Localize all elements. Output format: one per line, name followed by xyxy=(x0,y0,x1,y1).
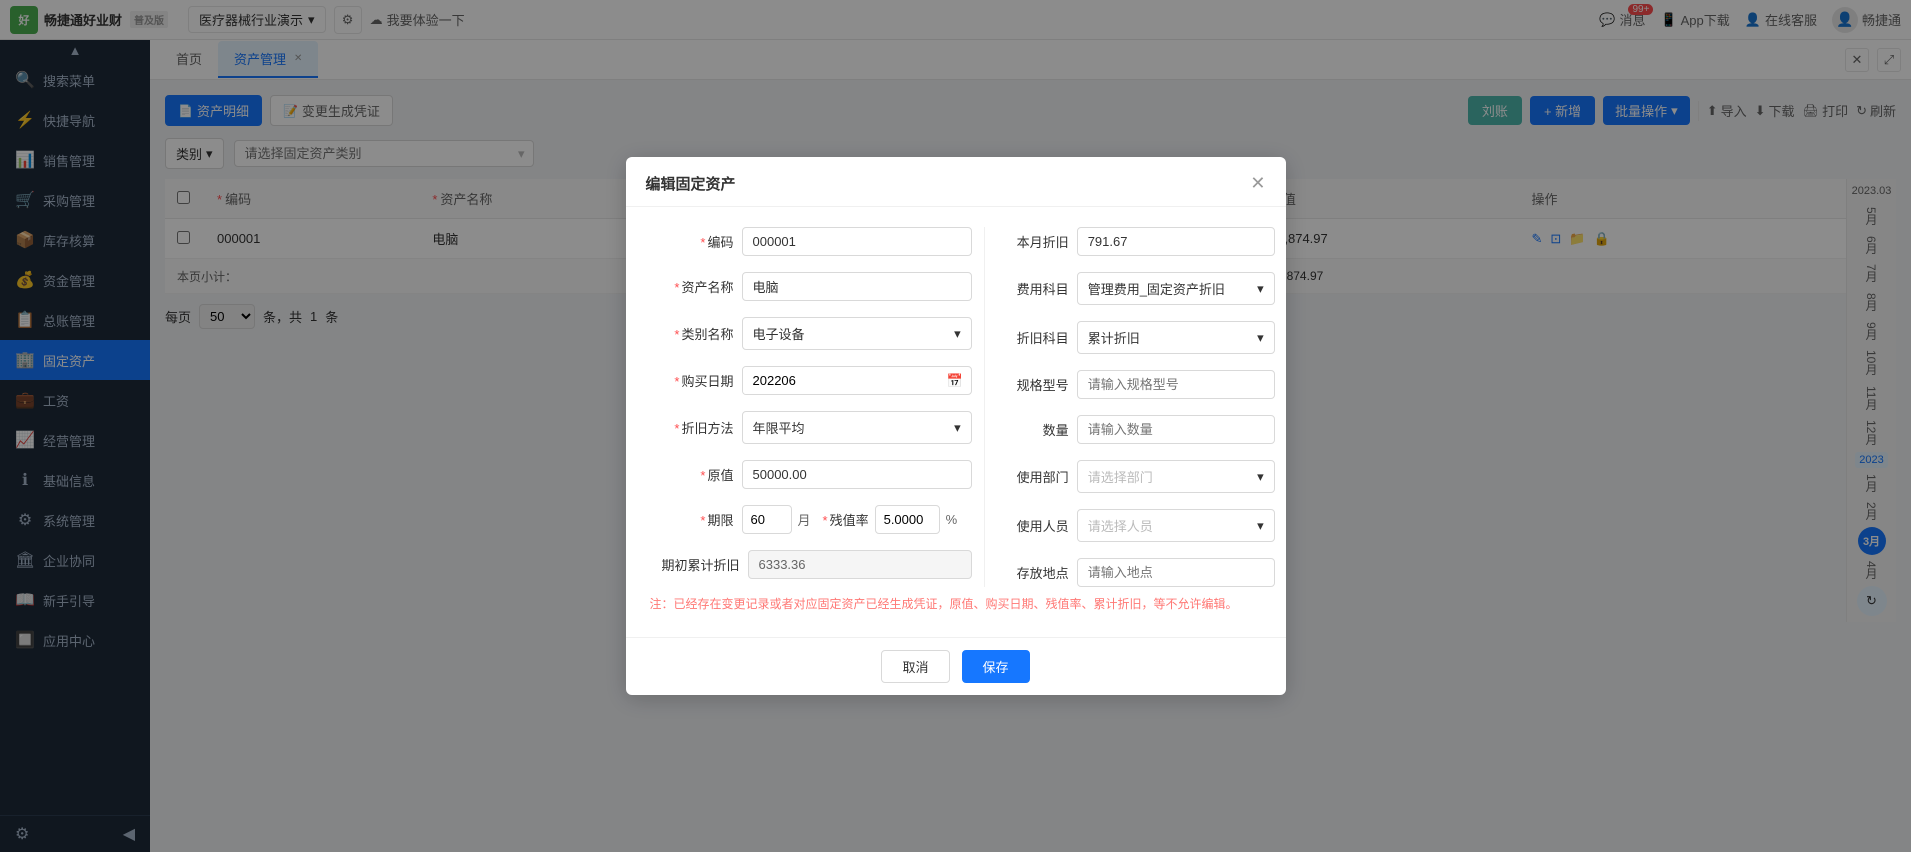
field-dep-subject-label: 折旧科目 xyxy=(1017,331,1069,346)
chevron-down-icon: ▾ xyxy=(1257,518,1264,534)
expense-subject-select[interactable]: 管理费用_固定资产折旧 ▾ xyxy=(1077,272,1275,305)
method-select[interactable]: 年限平均 ▾ xyxy=(742,411,972,444)
form-row-dep-subject: 折旧科目 累计折旧 ▾ xyxy=(997,321,1275,354)
form-row-monthly-dep: 本月折旧 xyxy=(997,227,1275,256)
modal-title: 编辑固定资产 xyxy=(646,173,736,194)
field-monthly-dep-label: 本月折旧 xyxy=(1017,235,1069,250)
form-row-expense-subject: 费用科目 管理费用_固定资产折旧 ▾ xyxy=(997,272,1275,305)
period-unit-label: 月 xyxy=(798,510,811,529)
asset-name-input[interactable] xyxy=(742,272,972,301)
form-row-initial-dep: 期初累计折旧 xyxy=(662,550,972,579)
field-expense-subject-label: 费用科目 xyxy=(1017,282,1069,297)
form-row-category: *类别名称 电子设备 ▾ xyxy=(662,317,972,350)
chevron-down-icon: ▾ xyxy=(1257,281,1264,297)
period-inline: 月 *残值率 % xyxy=(742,505,972,534)
modal-body: *编码 *资产名称 *类别名称 电子设备 ▾ xyxy=(626,207,1286,637)
field-department-label: 使用部门 xyxy=(1017,470,1069,485)
field-location-label: 存放地点 xyxy=(1017,566,1069,581)
chevron-down-icon: ▾ xyxy=(1257,330,1264,346)
spec-model-input[interactable] xyxy=(1077,370,1275,399)
expense-subject-value: 管理费用_固定资产折旧 xyxy=(1088,279,1225,298)
form-row-department: 使用部门 请选择部门 ▾ xyxy=(997,460,1275,493)
purchase-date-input[interactable] xyxy=(743,367,939,394)
department-select[interactable]: 请选择部门 ▾ xyxy=(1077,460,1275,493)
form-grid: *编码 *资产名称 *类别名称 电子设备 ▾ xyxy=(650,227,1262,587)
field-original-label: 原值 xyxy=(707,468,733,483)
dep-subject-select[interactable]: 累计折旧 ▾ xyxy=(1077,321,1275,354)
modal-overlay: 编辑固定资产 ✕ *编码 *资产名称 xyxy=(0,0,1911,852)
chevron-down-icon: ▾ xyxy=(954,420,961,436)
dep-subject-value: 累计折旧 xyxy=(1088,328,1140,347)
form-row-method: *折旧方法 年限平均 ▾ xyxy=(662,411,972,444)
chevron-down-icon: ▾ xyxy=(1257,469,1264,485)
field-initial-dep-label: 期初累计折旧 xyxy=(662,558,740,573)
edit-asset-modal: 编辑固定资产 ✕ *编码 *资产名称 xyxy=(626,157,1286,695)
calendar-icon[interactable]: 📅 xyxy=(939,373,971,389)
field-method-label: 折旧方法 xyxy=(681,421,733,436)
user-placeholder: 请选择人员 xyxy=(1088,516,1153,535)
form-left-col: *编码 *资产名称 *类别名称 电子设备 ▾ xyxy=(650,227,985,587)
field-period-label: 期限 xyxy=(707,513,733,528)
category-select[interactable]: 电子设备 ▾ xyxy=(742,317,972,350)
purchase-date-field: 📅 xyxy=(742,366,972,395)
monthly-dep-input[interactable] xyxy=(1077,227,1275,256)
field-category-label: 类别名称 xyxy=(681,327,733,342)
chevron-down-icon: ▾ xyxy=(954,326,961,342)
form-row-spec: 规格型号 xyxy=(997,370,1275,399)
save-button[interactable]: 保存 xyxy=(962,650,1030,683)
field-code-label: 编码 xyxy=(707,235,733,250)
form-row-code: *编码 xyxy=(662,227,972,256)
residual-rate-label: *残值率 xyxy=(823,510,869,529)
original-value-input[interactable] xyxy=(742,460,972,489)
quantity-input[interactable] xyxy=(1077,415,1275,444)
location-input[interactable] xyxy=(1077,558,1275,587)
modal-close-button[interactable]: ✕ xyxy=(1250,173,1265,194)
field-name-label: 资产名称 xyxy=(681,280,733,295)
form-row-user: 使用人员 请选择人员 ▾ xyxy=(997,509,1275,542)
residual-unit-label: % xyxy=(946,512,958,527)
modal-header: 编辑固定资产 ✕ xyxy=(626,157,1286,207)
initial-depreciation-input[interactable] xyxy=(748,550,972,579)
period-input[interactable] xyxy=(742,505,792,534)
field-date-label: 购买日期 xyxy=(681,374,733,389)
form-row-date: *购买日期 📅 xyxy=(662,366,972,395)
modal-footer: 取消 保存 xyxy=(626,637,1286,695)
form-row-location: 存放地点 xyxy=(997,558,1275,587)
cancel-button[interactable]: 取消 xyxy=(881,650,949,683)
form-row-original: *原值 xyxy=(662,460,972,489)
form-row-name: *资产名称 xyxy=(662,272,972,301)
code-input[interactable] xyxy=(742,227,972,256)
form-right-col: 本月折旧 费用科目 管理费用_固定资产折旧 ▾ 折旧科目 xyxy=(985,227,1287,587)
method-value: 年限平均 xyxy=(753,418,805,437)
department-placeholder: 请选择部门 xyxy=(1088,467,1153,486)
field-spec-label: 规格型号 xyxy=(1017,378,1069,393)
category-value: 电子设备 xyxy=(753,324,805,343)
modal-note: 注：已经存在变更记录或者对应固定资产已经生成凭证，原值、购买日期、残值率、累计折… xyxy=(650,587,1262,617)
field-user-label: 使用人员 xyxy=(1017,519,1069,534)
form-row-quantity: 数量 xyxy=(997,415,1275,444)
field-quantity-label: 数量 xyxy=(1043,423,1069,438)
form-row-period: *期限 月 *残值率 % xyxy=(662,505,972,534)
residual-rate-input[interactable] xyxy=(875,505,940,534)
user-select[interactable]: 请选择人员 ▾ xyxy=(1077,509,1275,542)
